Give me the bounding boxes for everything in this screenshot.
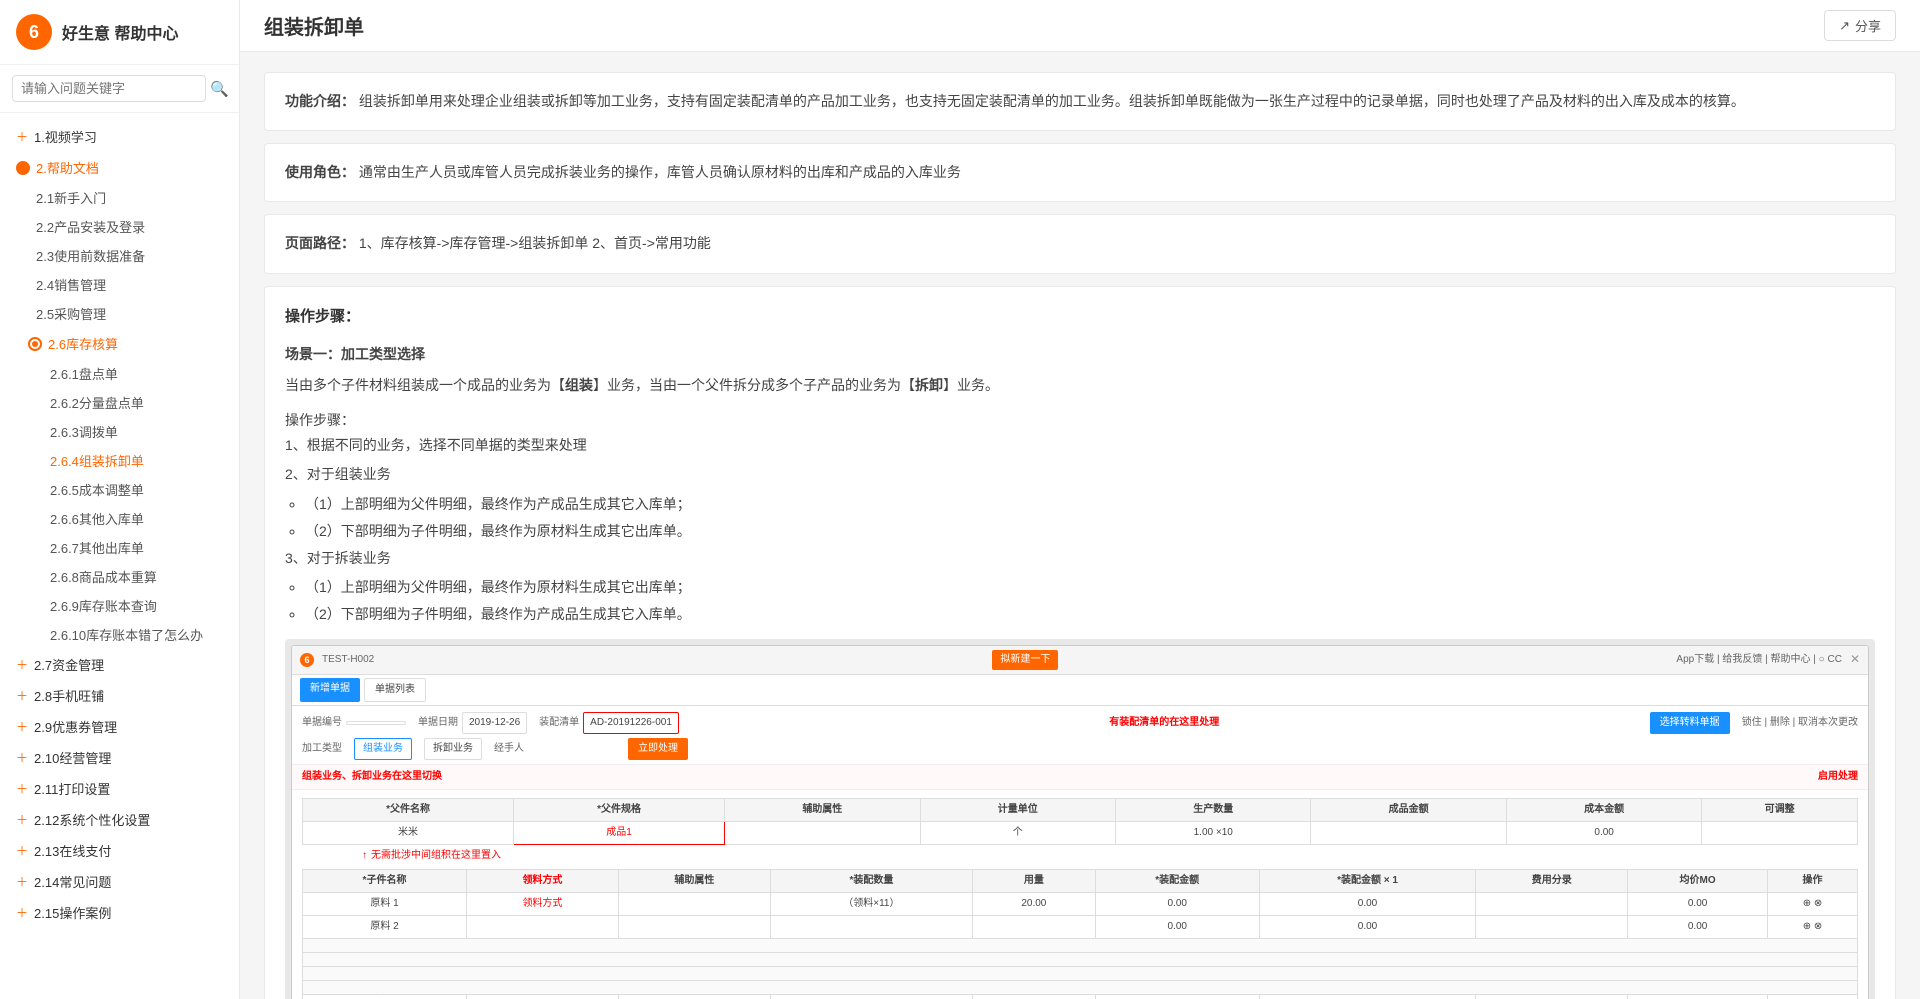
logo-area: 6 好生意 帮助中心 bbox=[0, 0, 239, 65]
mock-arrow-annotation: ↑无需批涉中间组积在这里置入 bbox=[362, 847, 1858, 865]
operations-card: 操作步骤： 场景一：加工类型选择 当由多个子件材料组装成一个成品的业务为【组装】… bbox=[264, 286, 1896, 999]
mock-close-icon[interactable]: ✕ bbox=[1850, 649, 1860, 671]
function-intro-card: 功能介绍： 组装拆卸单用来处理企业组装或拆卸等加工业务，支持有固定装配清单的产品… bbox=[264, 72, 1896, 131]
search-box: 🔍 bbox=[0, 65, 239, 113]
step-2: 2、对于组装业务 bbox=[285, 462, 1875, 487]
assembly-sub-1: （1）上部明细为父件明细，最终作为产成品生成其它入库单； bbox=[305, 492, 1875, 517]
mock-bottom-table: *子件名称 领料方式 辅助属性 *装配数量 用量 *装配金额 *装配金额 × 1… bbox=[302, 869, 1858, 999]
role-card: 使用角色： 通常由生产人员或库管人员完成拆装业务的操作，库管人员确认原材料的出库… bbox=[264, 143, 1896, 202]
mock-table-area: *父件名称 *父件规格 辅助属性 计量单位 生产数量 成品金额 成本金额 可调整 bbox=[292, 790, 1868, 999]
function-intro-label: 功能介绍： bbox=[285, 93, 355, 109]
disassembly-sub-1: （1）上部明细为父件明细，最终作为原材料生成其它出库单； bbox=[305, 575, 1875, 600]
nav-tree: ＋ 1.视频学习 2.帮助文档 2.1新手入门 2.2产品安装及登录 2.3使用… bbox=[0, 113, 239, 999]
mock-app-icons: App下载 | 给我反馈 | 帮助中心 | ○ CC bbox=[1676, 651, 1842, 669]
main-area: 组装拆卸单 ↗ 分享 功能介绍： 组装拆卸单用来处理企业组装或拆卸等加工业务，支… bbox=[240, 0, 1920, 999]
sidebar-item-costadj[interactable]: 2.6.5成本调整单 bbox=[0, 475, 239, 504]
sidebar-item-coupon[interactable]: ＋ 2.9优惠券管理 bbox=[0, 711, 239, 742]
sidebar-item-faq[interactable]: ＋ 2.14常见问题 bbox=[0, 866, 239, 897]
assembly-sub-2: （2）下部明细为子件明细，最终作为原材料生成其它出库单。 bbox=[305, 519, 1875, 544]
ops-steps-label: 操作步骤： bbox=[285, 408, 1875, 433]
path-card: 页面路径： 1、库存核算->库存管理->组装拆卸单 2、首页->常用功能 bbox=[264, 214, 1896, 273]
mock-navtabs: 新增单据 单据列表 bbox=[292, 675, 1868, 706]
sidebar-item-purchase[interactable]: 2.5采购管理 bbox=[0, 299, 239, 328]
mock-app-logo: 6 bbox=[300, 653, 314, 667]
sidebar-item-mobile[interactable]: ＋ 2.8手机旺铺 bbox=[0, 680, 239, 711]
function-intro-text: 组装拆卸单用来处理企业组装或拆卸等加工业务，支持有固定装配清单的产品加工业务，也… bbox=[359, 93, 1745, 109]
scenario-1-title: 场景一：加工类型选择 bbox=[285, 342, 1875, 367]
mock-annotation-bar: 组装业务、拆卸业务在这里切换 启用处理 bbox=[292, 765, 1868, 790]
topbar: 组装拆卸单 ↗ 分享 bbox=[240, 0, 1920, 52]
sidebar-item-cases[interactable]: ＋ 2.15操作案例 bbox=[0, 897, 239, 928]
sidebar-item-inventory[interactable]: 2.6库存核算 bbox=[0, 328, 239, 359]
mock-tab-new[interactable]: 新增单据 bbox=[300, 678, 360, 702]
step-3: 3、对于拆装业务 bbox=[285, 546, 1875, 571]
docs-bullet bbox=[16, 161, 30, 175]
sidebar-item-print[interactable]: ＋ 2.11打印设置 bbox=[0, 773, 239, 804]
logo-text: 好生意 帮助中心 bbox=[62, 20, 178, 44]
ops-title: 操作步骤： bbox=[285, 303, 1875, 330]
sidebar-item-sales[interactable]: 2.4销售管理 bbox=[0, 270, 239, 299]
sidebar-item-adjust[interactable]: 2.6.3调拨单 bbox=[0, 417, 239, 446]
search-input[interactable] bbox=[12, 75, 206, 102]
mock-app-window: 6 TEST-H002 拟新建一下 App下载 | 给我反馈 | 帮助中心 | … bbox=[291, 645, 1869, 999]
scenario-1-desc: 当由多个子件材料组装成一个成品的业务为【组装】业务，当由一个父件拆分成多个子产品… bbox=[285, 373, 1875, 398]
role-text: 通常由生产人员或库管人员完成拆装业务的操作，库管人员确认原材料的出库和产成品的入… bbox=[359, 164, 961, 180]
role-label: 使用角色： bbox=[285, 164, 355, 180]
sidebar-item-otheroutbound[interactable]: 2.6.7其他出库单 bbox=[0, 533, 239, 562]
sidebar: 6 好生意 帮助中心 🔍 ＋ 1.视频学习 2.帮助文档 2.1新手入门 2.2… bbox=[0, 0, 240, 999]
sidebar-item-assembly[interactable]: 2.6.4组装拆卸单 bbox=[0, 446, 239, 475]
share-button[interactable]: ↗ 分享 bbox=[1824, 10, 1896, 41]
sidebar-item-onlinepay[interactable]: ＋ 2.13在线支付 bbox=[0, 835, 239, 866]
disassembly-sub-2: （2）下部明细为子件明细，最终作为产成品生成其它入库单。 bbox=[305, 602, 1875, 627]
disassembly-sub-steps: （1）上部明细为父件明细，最终作为原材料生成其它出库单； （2）下部明细为子件明… bbox=[285, 575, 1875, 627]
mock-new-bill-btn: 拟新建一下 bbox=[992, 650, 1058, 670]
sidebar-item-operations[interactable]: ＋ 2.10经营管理 bbox=[0, 742, 239, 773]
sidebar-item-goodscost[interactable]: 2.6.8商品成本重算 bbox=[0, 562, 239, 591]
step-1: 1、根据不同的业务，选择不同单据的类型来处理 bbox=[285, 433, 1875, 458]
steps-list: 1、根据不同的业务，选择不同单据的类型来处理 2、对于组装业务 （1）上部明细为… bbox=[285, 433, 1875, 627]
path-text: 1、库存核算->库存管理->组装拆卸单 2、首页->常用功能 bbox=[359, 235, 711, 251]
inventory-bullet bbox=[28, 337, 42, 351]
share-icon: ↗ bbox=[1839, 18, 1850, 34]
mock-form-header: 单据编号 单据日期 2019-12-26 装配清单 AD-20191226-00… bbox=[292, 706, 1868, 765]
sidebar-item-videos[interactable]: ＋ 1.视频学习 bbox=[0, 121, 239, 152]
sidebar-item-install[interactable]: 2.2产品安装及登录 bbox=[0, 212, 239, 241]
sidebar-item-stocktake[interactable]: 2.6.1盘点单 bbox=[0, 359, 239, 388]
sidebar-item-partcount[interactable]: 2.6.2分量盘点单 bbox=[0, 388, 239, 417]
mock-titlebar: 6 TEST-H002 拟新建一下 App下载 | 给我反馈 | 帮助中心 | … bbox=[292, 646, 1868, 675]
mock-top-table: *父件名称 *父件规格 辅助属性 计量单位 生产数量 成品金额 成本金额 可调整 bbox=[302, 798, 1858, 845]
sidebar-item-capital[interactable]: ＋ 2.7资金管理 bbox=[0, 649, 239, 680]
sidebar-item-otherinbound[interactable]: 2.6.6其他入库单 bbox=[0, 504, 239, 533]
sidebar-item-newbie[interactable]: 2.1新手入门 bbox=[0, 183, 239, 212]
sidebar-item-customization[interactable]: ＋ 2.12系统个性化设置 bbox=[0, 804, 239, 835]
sidebar-item-docs[interactable]: 2.帮助文档 bbox=[0, 152, 239, 183]
screenshot-container: 6 TEST-H002 拟新建一下 App下载 | 给我反馈 | 帮助中心 | … bbox=[285, 639, 1875, 999]
logo-icon: 6 bbox=[16, 14, 52, 50]
page-title: 组装拆卸单 bbox=[264, 11, 364, 40]
search-icon[interactable]: 🔍 bbox=[210, 80, 229, 98]
path-label: 页面路径： bbox=[285, 235, 355, 251]
sidebar-item-data[interactable]: 2.3使用前数据准备 bbox=[0, 241, 239, 270]
mock-company-code: TEST-H002 bbox=[322, 651, 374, 669]
mock-tab-list[interactable]: 单据列表 bbox=[364, 678, 426, 702]
sidebar-item-ledgercheck[interactable]: 2.6.9库存账本查询 bbox=[0, 591, 239, 620]
content-area: 功能介绍： 组装拆卸单用来处理企业组装或拆卸等加工业务，支持有固定装配清单的产品… bbox=[240, 52, 1920, 999]
sidebar-item-ledgererror[interactable]: 2.6.10库存账本错了怎么办 bbox=[0, 620, 239, 649]
assembly-sub-steps: （1）上部明细为父件明细，最终作为产成品生成其它入库单； （2）下部明细为子件明… bbox=[285, 492, 1875, 544]
